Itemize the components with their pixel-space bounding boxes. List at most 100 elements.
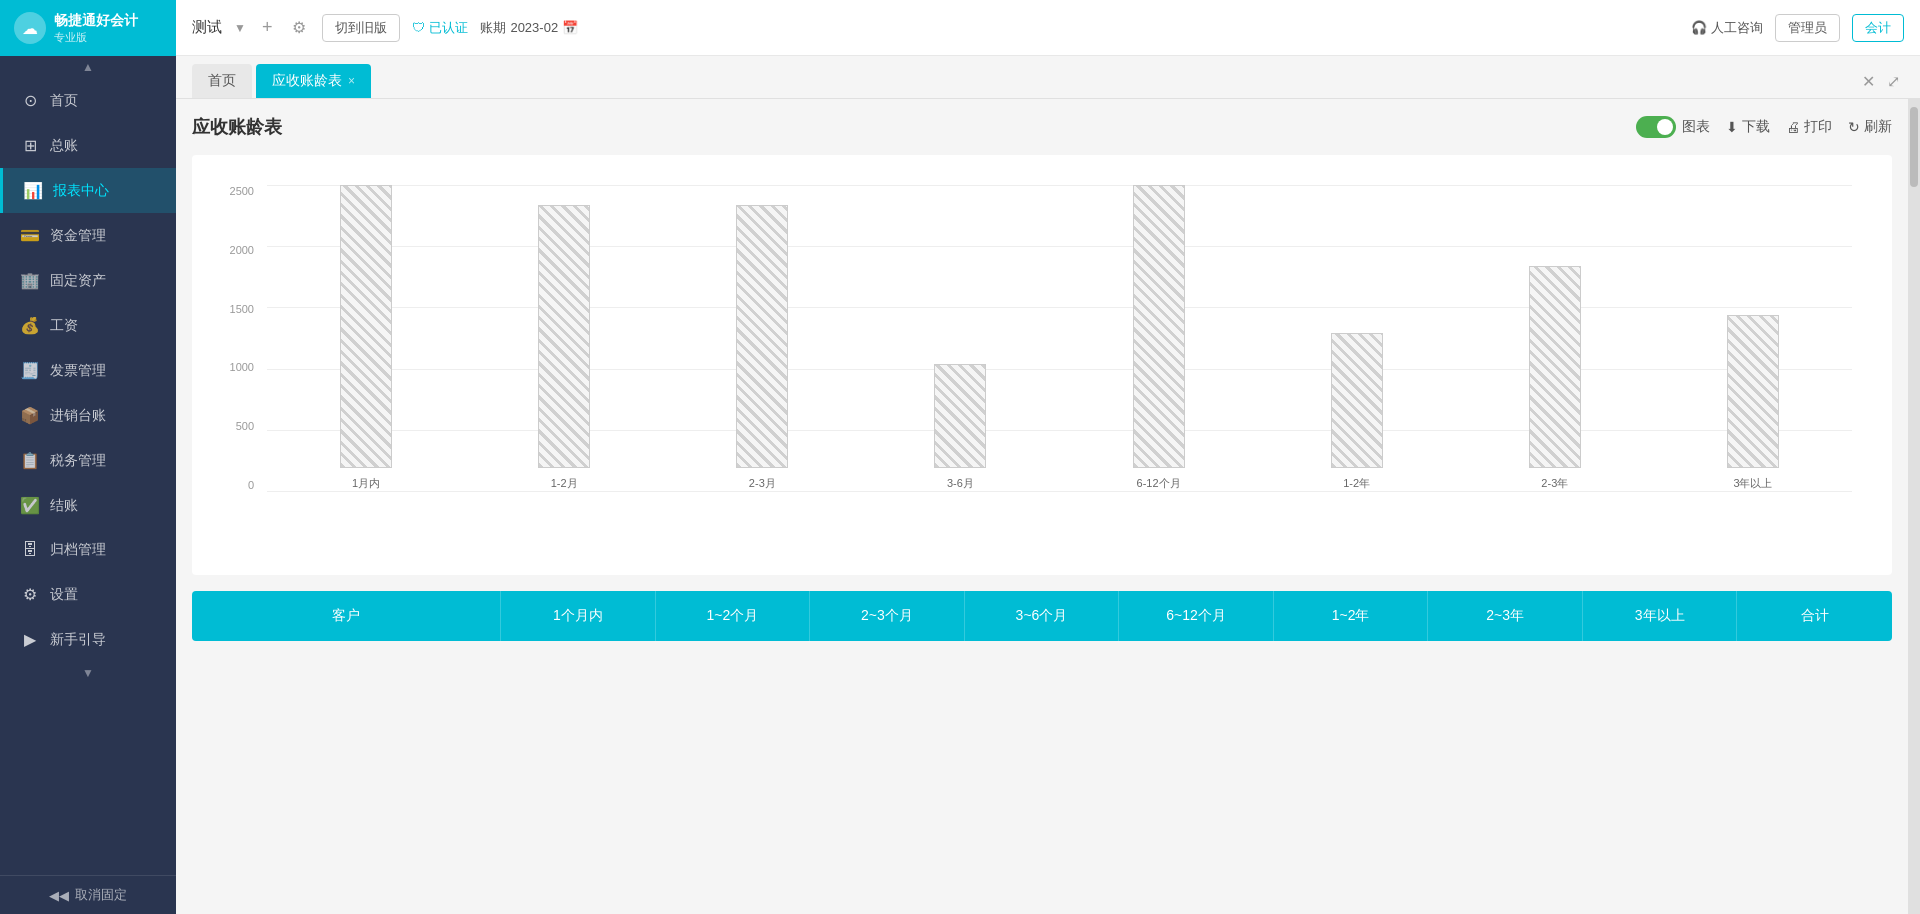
sidebar-item-assets[interactable]: 🏢 固定资产: [0, 258, 176, 303]
funds-icon: 💳: [20, 226, 40, 245]
grid-lines: [267, 185, 1852, 491]
headset-icon: 🎧: [1691, 20, 1707, 35]
assets-icon: 🏢: [20, 271, 40, 290]
col-header-customer: 客户: [192, 591, 501, 641]
invoice-icon: 🧾: [20, 361, 40, 380]
bar-2-3month: [736, 205, 788, 468]
sidebar-item-label: 发票管理: [50, 362, 106, 380]
sidebar-item-label: 归档管理: [50, 541, 106, 559]
page-header: 应收账龄表 图表 ⬇ 下载 🖨 打印 ↻: [192, 115, 1892, 139]
bar-2-3year: [1529, 266, 1581, 468]
sidebar: ☁ 畅捷通好会计 专业版 ▲ ⊙ 首页 ⊞ 总账 📊 报表中心 💳 资金管理 🏢…: [0, 0, 176, 914]
print-btn[interactable]: 🖨 打印: [1786, 118, 1832, 136]
tabbar: 首页 应收账龄表 × ✕ ⤢: [176, 56, 1920, 99]
bar-1-2month: [538, 205, 590, 468]
vertical-scrollbar-track[interactable]: [1908, 99, 1920, 914]
chart-toggle[interactable]: [1636, 116, 1676, 138]
payroll-icon: 💰: [20, 316, 40, 335]
print-icon: 🖨: [1786, 119, 1800, 135]
accounting-role-btn[interactable]: 会计: [1852, 14, 1904, 42]
sidebar-item-label: 资金管理: [50, 227, 106, 245]
logo-icon: ☁: [14, 12, 46, 44]
app-edition: 专业版: [54, 30, 138, 45]
download-label: 下载: [1742, 118, 1770, 136]
bar-1month: [340, 185, 392, 468]
scroll-up-arrow[interactable]: ▲: [0, 56, 176, 78]
sidebar-item-label: 新手引导: [50, 631, 106, 649]
download-btn[interactable]: ⬇ 下载: [1726, 118, 1770, 136]
col-header-total: 合计: [1737, 591, 1892, 641]
consult-label: 人工咨询: [1711, 19, 1763, 37]
sidebar-item-ledger[interactable]: ⊞ 总账: [0, 123, 176, 168]
sidebar-item-checkout[interactable]: ✅ 结账: [0, 483, 176, 528]
sidebar-item-label: 设置: [50, 586, 78, 604]
app-name: 畅捷通好会计: [54, 11, 138, 29]
col-header-2-3month: 2~3个月: [810, 591, 965, 641]
tab-close-icon[interactable]: ×: [348, 74, 355, 88]
stock-icon: 📦: [20, 406, 40, 425]
sidebar-item-funds[interactable]: 💳 资金管理: [0, 213, 176, 258]
sidebar-item-guide[interactable]: ▶ 新手引导: [0, 617, 176, 662]
tab-ar-aging[interactable]: 应收账龄表 ×: [256, 64, 371, 98]
certified-label: 已认证: [429, 19, 468, 37]
sidebar-item-tax[interactable]: 📋 税务管理: [0, 438, 176, 483]
y-label-500: 500: [236, 420, 254, 432]
refresh-label: 刷新: [1864, 118, 1892, 136]
sidebar-item-invoice[interactable]: 🧾 发票管理: [0, 348, 176, 393]
checkout-icon: ✅: [20, 496, 40, 515]
add-workspace-btn[interactable]: +: [258, 17, 277, 38]
col-header-2-3year: 2~3年: [1428, 591, 1583, 641]
cancel-fixed-btn[interactable]: ◀◀ 取消固定: [0, 875, 176, 914]
scroll-down-arrow[interactable]: ▼: [0, 662, 176, 684]
refresh-btn[interactable]: ↻ 刷新: [1848, 118, 1892, 136]
chart-toggle-container: 图表: [1636, 116, 1710, 138]
shield-icon: 🛡: [412, 20, 425, 35]
content-area: 应收账龄表 图表 ⬇ 下载 🖨 打印 ↻: [176, 99, 1908, 914]
y-label-1000: 1000: [230, 361, 254, 373]
tax-icon: 📋: [20, 451, 40, 470]
workspace-dropdown-icon[interactable]: ▼: [234, 21, 246, 35]
refresh-icon: ↻: [1848, 119, 1860, 135]
app-logo[interactable]: ☁ 畅捷通好会计 专业版: [0, 0, 176, 56]
home-icon: ⊙: [20, 91, 40, 110]
col-header-3-6month: 3~6个月: [965, 591, 1120, 641]
consult-btn[interactable]: 🎧 人工咨询: [1691, 19, 1763, 37]
download-icon: ⬇: [1726, 119, 1738, 135]
y-label-2500: 2500: [230, 185, 254, 197]
sidebar-item-label: 工资: [50, 317, 78, 335]
tab-home-label: 首页: [208, 72, 236, 90]
tab-ar-aging-label: 应收账龄表: [272, 72, 342, 90]
reports-icon: 📊: [23, 181, 43, 200]
sidebar-item-label: 报表中心: [53, 182, 109, 200]
period-label: 账期: [480, 19, 506, 37]
workspace-name: 测试: [192, 18, 222, 37]
sidebar-item-label: 固定资产: [50, 272, 106, 290]
sidebar-item-archive[interactable]: 🗄 归档管理: [0, 528, 176, 572]
vertical-scrollbar-thumb[interactable]: [1910, 107, 1918, 187]
certified-badge: 🛡 已认证: [412, 19, 468, 37]
sidebar-item-reports[interactable]: 📊 报表中心: [0, 168, 176, 213]
close-all-tabs-btn[interactable]: ✕: [1858, 68, 1879, 95]
settings-icon: ⚙: [20, 585, 40, 604]
sidebar-item-stock[interactable]: 📦 进销台账: [0, 393, 176, 438]
y-label-0: 0: [248, 479, 254, 491]
page-actions: 图表 ⬇ 下载 🖨 打印 ↻ 刷新: [1636, 116, 1892, 138]
sidebar-item-label: 结账: [50, 497, 78, 515]
calendar-icon[interactable]: 📅: [562, 20, 578, 35]
sidebar-item-payroll[interactable]: 💰 工资: [0, 303, 176, 348]
col-header-1month: 1个月内: [501, 591, 656, 641]
bar-chart: 0 500 1000 1500 2000 2500: [212, 175, 1872, 535]
expand-tabs-btn[interactable]: ⤢: [1883, 68, 1904, 95]
sidebar-item-label: 进销台账: [50, 407, 106, 425]
sidebar-item-settings[interactable]: ⚙ 设置: [0, 572, 176, 617]
workspace-settings-btn[interactable]: ⚙: [288, 18, 310, 37]
switch-old-version-btn[interactable]: 切到旧版: [322, 14, 400, 42]
guide-icon: ▶: [20, 630, 40, 649]
sidebar-nav: ▲ ⊙ 首页 ⊞ 总账 📊 报表中心 💳 资金管理 🏢 固定资产 💰 工资 🧾 …: [0, 56, 176, 875]
sidebar-item-home[interactable]: ⊙ 首页: [0, 78, 176, 123]
col-header-6-12month: 6~12个月: [1119, 591, 1274, 641]
user-btn[interactable]: 管理员: [1775, 14, 1840, 42]
tab-home[interactable]: 首页: [192, 64, 252, 98]
accounting-period: 账期 2023-02 📅: [480, 19, 578, 37]
bar-3year-plus: [1727, 315, 1779, 468]
